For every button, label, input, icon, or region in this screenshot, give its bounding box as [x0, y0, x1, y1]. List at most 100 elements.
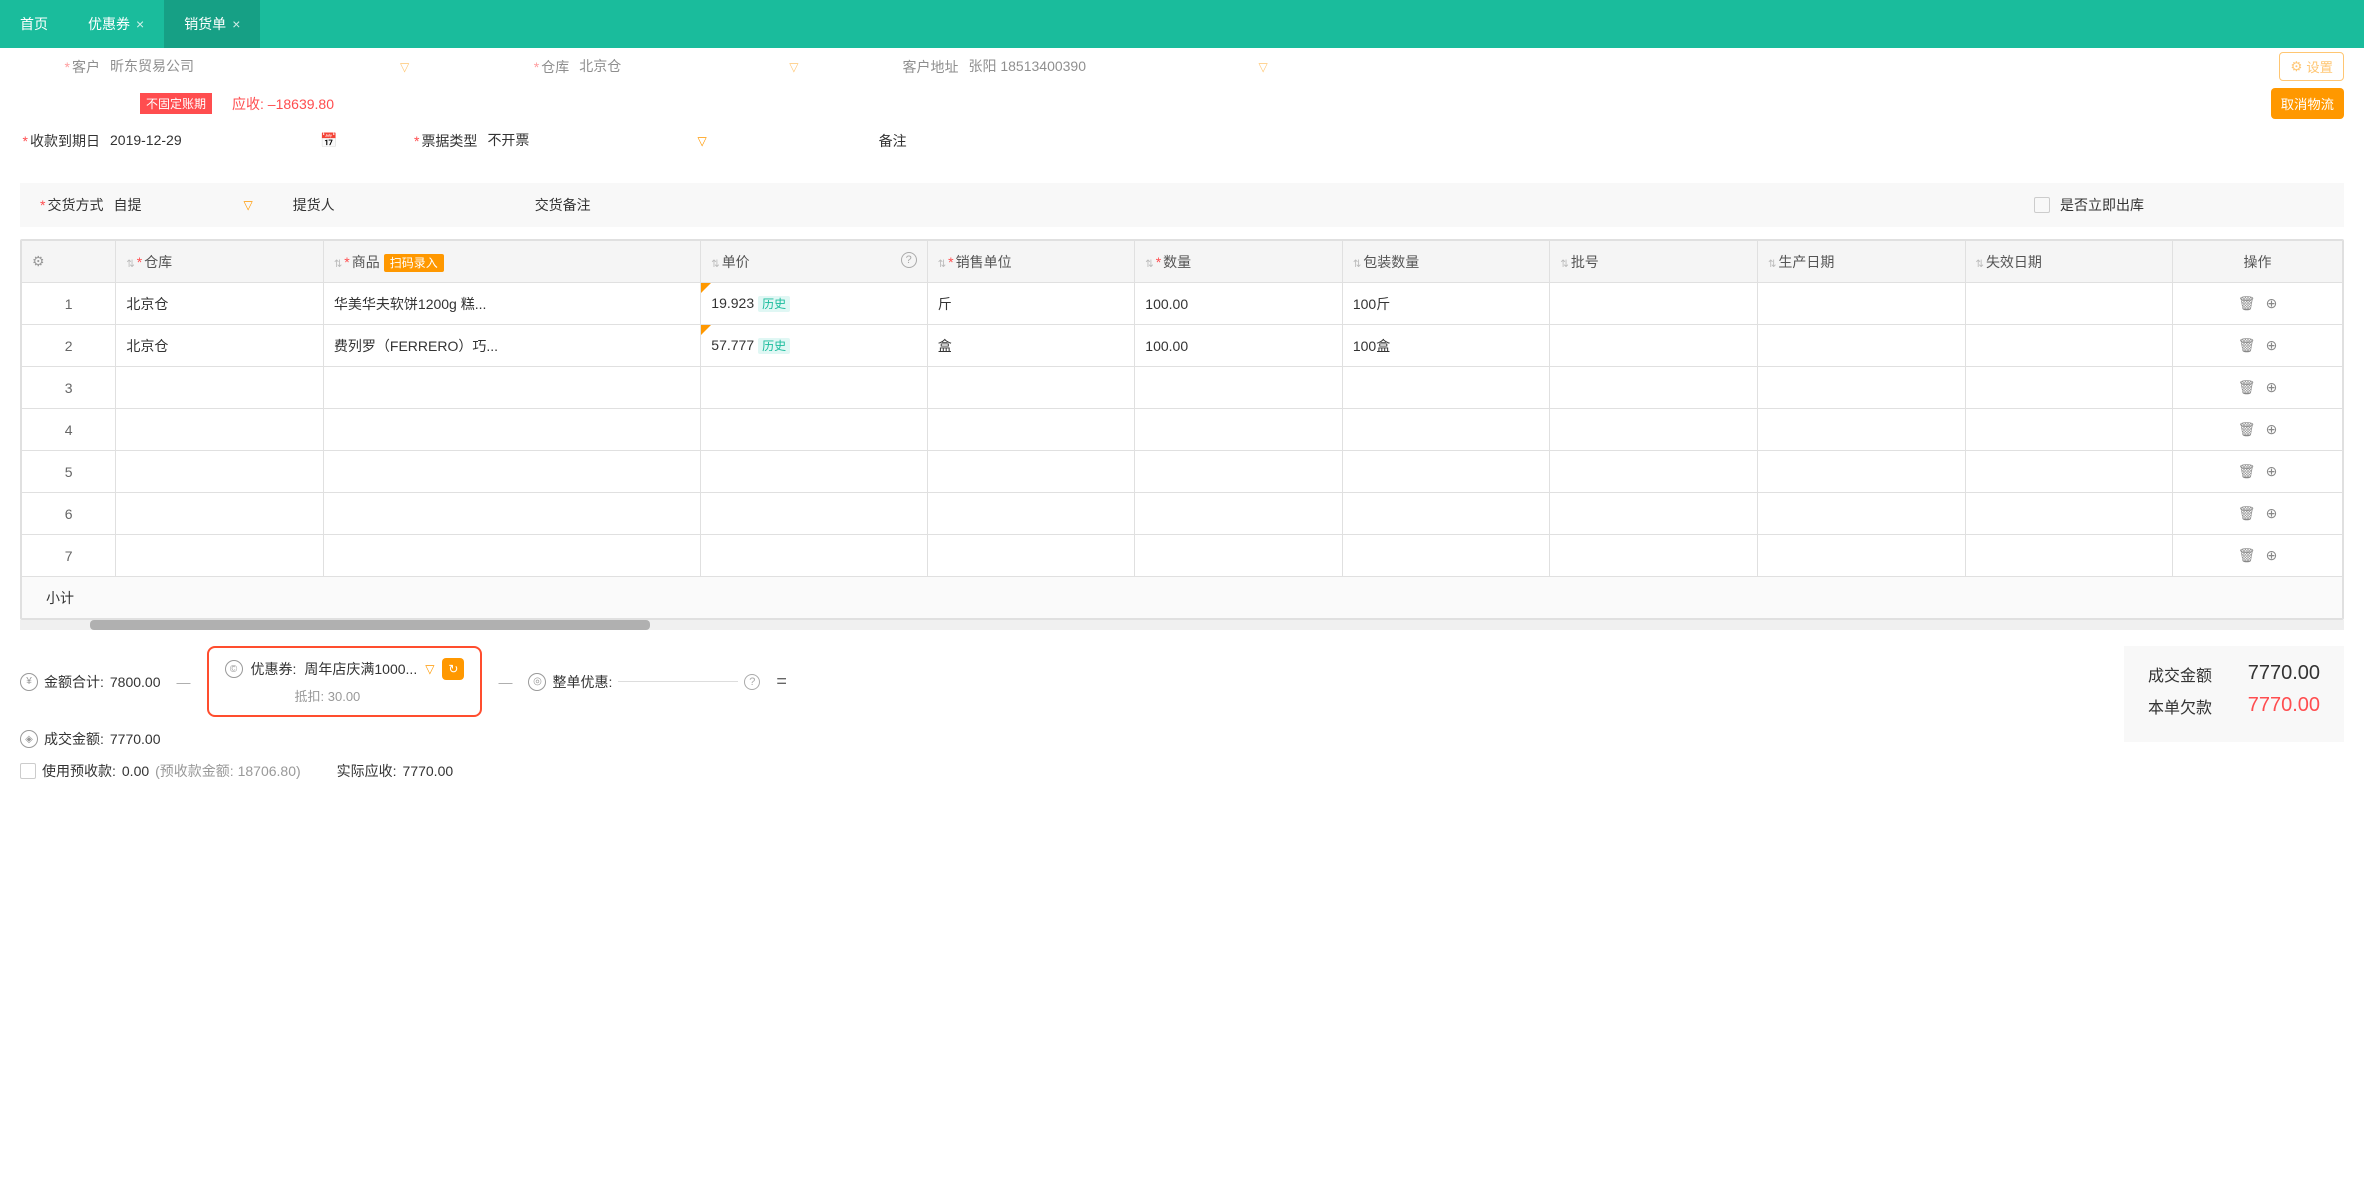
cell-qty[interactable] [1135, 535, 1343, 577]
cell-product[interactable]: 华美华夫软饼1200g 糕... [323, 283, 700, 325]
whole-discount-input[interactable] [618, 681, 738, 682]
help-icon[interactable]: ? [901, 252, 917, 268]
cell-lot[interactable] [1550, 493, 1758, 535]
delivery-method-input[interactable]: 自提 [113, 195, 233, 215]
cell-lot[interactable] [1550, 451, 1758, 493]
add-row-icon[interactable]: ⊕ [2266, 547, 2278, 564]
cell-product[interactable] [323, 367, 700, 409]
cell-price[interactable] [701, 493, 927, 535]
cell-pkg[interactable] [1342, 451, 1550, 493]
sort-icon[interactable]: ⇅ [1353, 259, 1361, 270]
sort-icon[interactable]: ⇅ [1145, 259, 1153, 270]
cell-warehouse[interactable] [116, 367, 324, 409]
add-row-icon[interactable]: ⊕ [2266, 295, 2278, 312]
cell-pkg[interactable] [1342, 535, 1550, 577]
cell-lot[interactable] [1550, 367, 1758, 409]
cell-unit[interactable] [927, 451, 1135, 493]
cell-pkg[interactable]: 100盒 [1342, 325, 1550, 367]
add-row-icon[interactable]: ⊕ [2266, 505, 2278, 522]
cell-unit[interactable] [927, 493, 1135, 535]
delete-row-icon[interactable]: 🗑 [2238, 379, 2256, 396]
cell-product[interactable] [323, 493, 700, 535]
close-icon[interactable]: × [136, 16, 144, 32]
cell-qty[interactable] [1135, 409, 1343, 451]
cell-pdate[interactable] [1757, 451, 1965, 493]
cell-warehouse[interactable] [116, 535, 324, 577]
delete-row-icon[interactable]: 🗑 [2238, 295, 2256, 312]
add-row-icon[interactable]: ⊕ [2266, 463, 2278, 480]
cell-edate[interactable] [1965, 493, 2173, 535]
tab-home[interactable]: 首页 [0, 0, 68, 48]
cell-price[interactable] [701, 451, 927, 493]
table-row[interactable]: 2北京仓费列罗（FERRERO）巧...57.777历史盒100.00100盒🗑… [22, 325, 2343, 367]
cell-qty[interactable] [1135, 451, 1343, 493]
help-icon[interactable]: ? [744, 674, 760, 690]
table-row[interactable]: 4🗑⊕ [22, 409, 2343, 451]
sort-icon[interactable]: ⇅ [1768, 259, 1776, 270]
cell-unit[interactable]: 盒 [927, 325, 1135, 367]
cell-lot[interactable] [1550, 325, 1758, 367]
cell-edate[interactable] [1965, 535, 2173, 577]
sort-icon[interactable]: ⇅ [126, 259, 134, 270]
cell-pkg[interactable]: 100斤 [1342, 283, 1550, 325]
cell-price[interactable] [701, 367, 927, 409]
col-lot[interactable]: 批号 [1571, 254, 1599, 270]
use-prepay-checkbox[interactable] [20, 763, 36, 779]
gear-icon[interactable]: ⚙ [32, 253, 45, 269]
immediate-out-checkbox[interactable] [2034, 197, 2050, 213]
cancel-logistics-button[interactable]: 取消物流 [2271, 88, 2344, 119]
cell-edate[interactable] [1965, 451, 2173, 493]
warehouse-input[interactable]: 北京仓 [579, 52, 779, 81]
cell-warehouse[interactable]: 北京仓 [116, 325, 324, 367]
cell-pdate[interactable] [1757, 493, 1965, 535]
table-row[interactable]: 7🗑⊕ [22, 535, 2343, 577]
customer-input[interactable]: 昕东贸易公司 [110, 52, 390, 81]
col-product[interactable]: 商品 [352, 254, 380, 270]
cell-pdate[interactable] [1757, 367, 1965, 409]
sort-icon[interactable]: ⇅ [334, 259, 342, 270]
horizontal-scrollbar[interactable] [20, 620, 2344, 630]
cell-edate[interactable] [1965, 409, 2173, 451]
cell-pkg[interactable] [1342, 493, 1550, 535]
cell-product[interactable] [323, 451, 700, 493]
table-row[interactable]: 3🗑⊕ [22, 367, 2343, 409]
col-edate[interactable]: 失效日期 [1986, 254, 2042, 270]
cell-qty[interactable]: 100.00 [1135, 283, 1343, 325]
cell-pkg[interactable] [1342, 367, 1550, 409]
tab-sales-order[interactable]: 销货单× [164, 0, 260, 48]
cell-product[interactable] [323, 535, 700, 577]
col-pkg[interactable]: 包装数量 [1363, 254, 1419, 270]
chevron-down-icon[interactable]: ▽ [1258, 60, 1267, 74]
cell-warehouse[interactable] [116, 451, 324, 493]
scan-entry-button[interactable]: 扫码录入 [384, 254, 444, 272]
cell-lot[interactable] [1550, 535, 1758, 577]
col-warehouse[interactable]: 仓库 [144, 254, 172, 270]
cell-product[interactable]: 费列罗（FERRERO）巧... [323, 325, 700, 367]
cell-edate[interactable] [1965, 367, 2173, 409]
add-row-icon[interactable]: ⊕ [2266, 421, 2278, 438]
delete-row-icon[interactable]: 🗑 [2238, 421, 2256, 438]
cell-qty[interactable] [1135, 367, 1343, 409]
cell-lot[interactable] [1550, 283, 1758, 325]
cell-price[interactable]: 57.777历史 [701, 325, 927, 367]
cell-lot[interactable] [1550, 409, 1758, 451]
cell-pdate[interactable] [1757, 325, 1965, 367]
tab-coupon[interactable]: 优惠券× [68, 0, 164, 48]
calendar-icon[interactable]: 📅 [320, 132, 337, 149]
col-qty[interactable]: 数量 [1163, 254, 1191, 270]
delete-row-icon[interactable]: 🗑 [2238, 505, 2256, 522]
cell-pdate[interactable] [1757, 535, 1965, 577]
sort-icon[interactable]: ⇅ [938, 259, 946, 270]
chevron-down-icon[interactable]: ▽ [243, 198, 252, 212]
cell-unit[interactable] [927, 535, 1135, 577]
cell-unit[interactable] [927, 367, 1135, 409]
col-unit[interactable]: 销售单位 [956, 254, 1012, 270]
cell-price[interactable] [701, 409, 927, 451]
sort-icon[interactable]: ⇅ [711, 259, 719, 270]
col-price[interactable]: 单价 [722, 254, 750, 270]
cell-warehouse[interactable] [116, 493, 324, 535]
cell-pdate[interactable] [1757, 409, 1965, 451]
sort-icon[interactable]: ⇅ [1976, 259, 1984, 270]
cell-product[interactable] [323, 409, 700, 451]
payment-due-input[interactable]: 2019-12-29 [110, 128, 310, 153]
